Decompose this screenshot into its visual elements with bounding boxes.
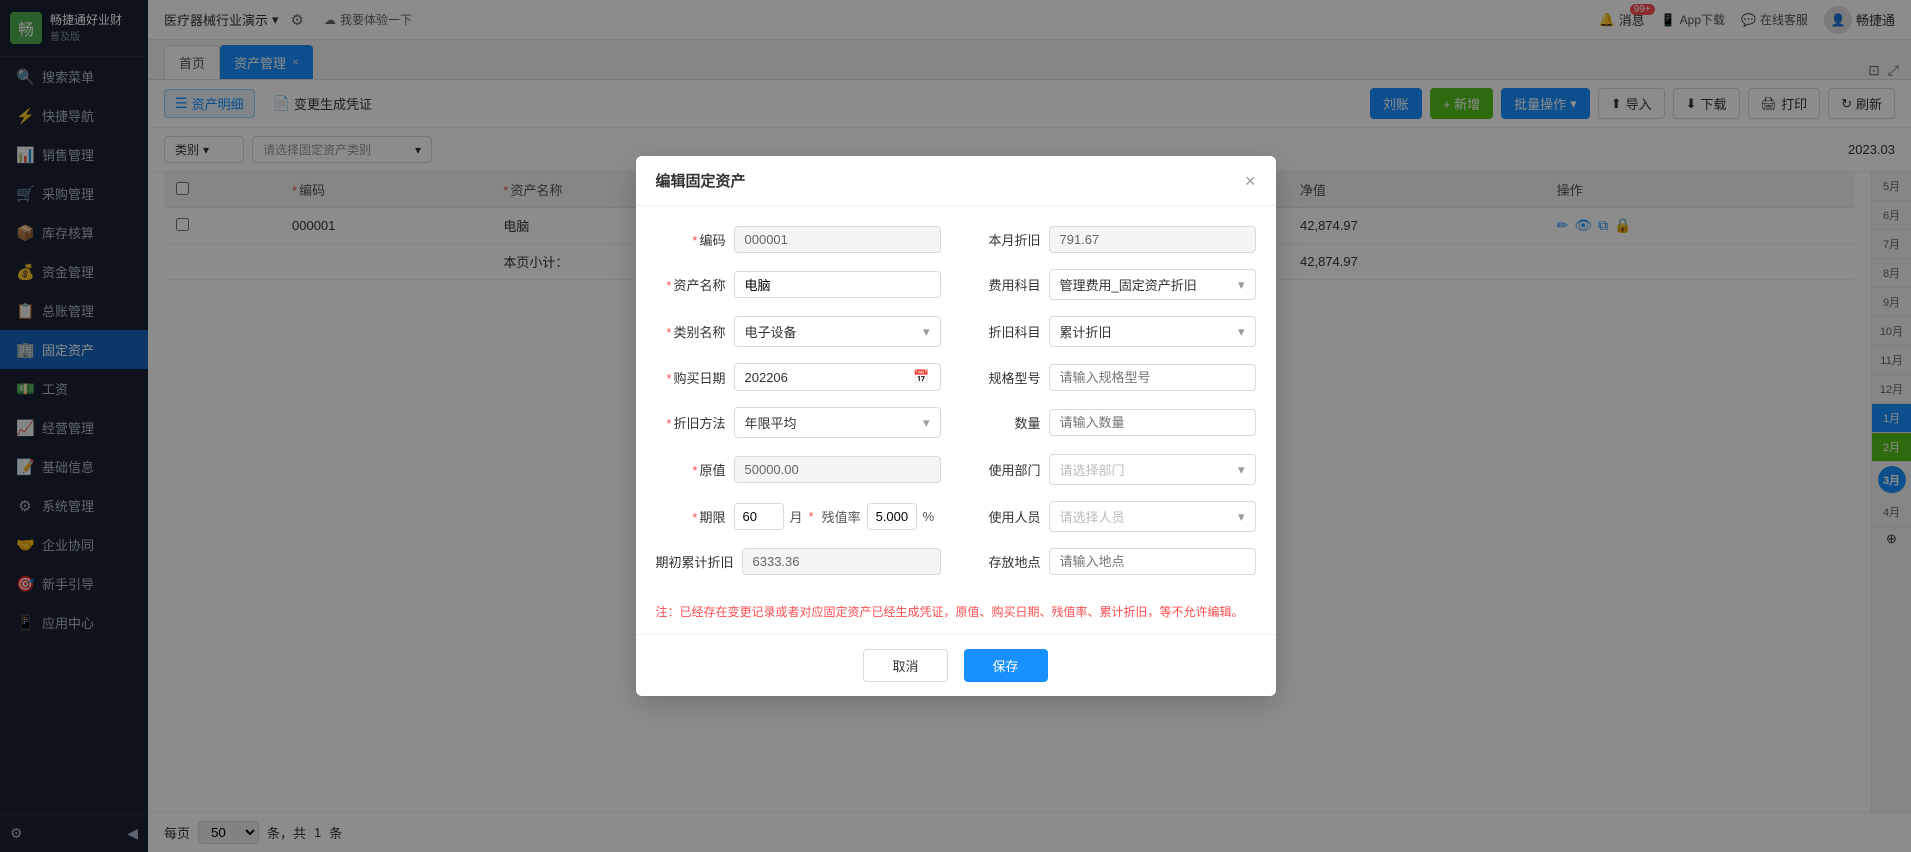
initial-accumulated-input[interactable] [742,548,941,575]
category-chevron-icon: ▾ [923,324,930,340]
dep-subject-label: 折旧科目 [971,322,1041,341]
form-row-original-value: *原值 [656,454,941,485]
form-row-period: *期限 月 * 残值率 % [656,501,941,532]
period-input[interactable] [734,503,784,530]
asset-name-label: *资产名称 [656,275,726,294]
dep-method-select[interactable]: 年限平均 ▾ [734,407,941,438]
residual-label: 残值率 [822,507,861,526]
period-label: *期限 [656,507,726,526]
form-row-category: *类别名称 电子设备 ▾ [656,316,941,347]
modal-note: 注：已经存在变更记录或者对应固定资产已经生成凭证，原值、购买日期、残值率、累计折… [636,595,1276,634]
department-label: 使用部门 [971,460,1041,479]
user-select[interactable]: 请选择人员 ▾ [1049,501,1256,532]
department-select[interactable]: 请选择部门 ▾ [1049,454,1256,485]
location-label: 存放地点 [971,552,1041,571]
quantity-label: 数量 [971,413,1041,432]
form-row-purchase-date: *购买日期 202206 📅 [656,363,941,391]
department-placeholder: 请选择部门 [1060,460,1125,479]
quantity-input[interactable] [1049,409,1256,436]
form-row-depreciation-subject: 折旧科目 累计折旧 ▾ [971,316,1256,347]
form-row-asset-name: *资产名称 [656,269,941,300]
form-row-dep-method: *折旧方法 年限平均 ▾ [656,407,941,438]
modal-footer: 取消 保存 [636,634,1276,696]
purchase-date-label: *购买日期 [656,368,726,387]
user-placeholder: 请选择人员 [1060,507,1125,526]
user-chevron-icon: ▾ [1238,509,1245,525]
code-input[interactable] [734,226,941,253]
calendar-icon: 📅 [913,369,929,385]
form-row-expense-subject: 费用科目 管理费用_固定资产折旧 ▾ [971,269,1256,300]
cancel-button[interactable]: 取消 [863,649,947,682]
dep-subject-select[interactable]: 累计折旧 ▾ [1049,316,1256,347]
user-label: 使用人员 [971,507,1041,526]
modal-overlay: 编辑固定资产 × *编码 本月折旧 *资产名称 [0,0,1911,852]
purchase-date-value: 202206 [745,370,788,385]
category-label: *类别名称 [656,322,726,341]
expense-subject-label: 费用科目 [971,275,1041,294]
dep-method-value: 年限平均 [745,413,797,432]
original-value-input[interactable] [734,456,941,483]
form-row-location: 存放地点 [971,548,1256,575]
category-select[interactable]: 电子设备 ▾ [734,316,941,347]
residual-unit: % [923,509,935,524]
spec-input[interactable] [1049,364,1256,391]
form-row-user: 使用人员 请选择人员 ▾ [971,501,1256,532]
save-button[interactable]: 保存 [964,649,1048,682]
modal-close-btn[interactable]: × [1245,172,1256,190]
modal-body: *编码 本月折旧 *资产名称 费用科目 管理费用_固定资产折旧 [636,206,1276,595]
dep-method-chevron-icon: ▾ [923,415,930,431]
form-row-code: *编码 [656,226,941,253]
initial-accumulated-label: 期初累计折旧 [656,552,734,571]
department-chevron-icon: ▾ [1238,462,1245,478]
code-label: *编码 [656,230,726,249]
form-row-monthly-depreciation: 本月折旧 [971,226,1256,253]
form-row-spec: 规格型号 [971,363,1256,391]
location-input[interactable] [1049,548,1256,575]
form-row-initial-accumulated: 期初累计折旧 [656,548,941,575]
edit-asset-modal: 编辑固定资产 × *编码 本月折旧 *资产名称 [636,156,1276,696]
residual-rate-input[interactable] [867,503,917,530]
expense-chevron-icon: ▾ [1238,277,1245,293]
expense-subject-value: 管理费用_固定资产折旧 [1060,275,1197,294]
modal-title: 编辑固定资产 [656,170,746,191]
form-row-department: 使用部门 请选择部门 ▾ [971,454,1256,485]
residual-req-mark: * [809,509,814,524]
expense-subject-select[interactable]: 管理费用_固定资产折旧 ▾ [1049,269,1256,300]
asset-name-input[interactable] [734,271,941,298]
period-inline: 月 * 残值率 % [734,503,941,530]
dep-method-label: *折旧方法 [656,413,726,432]
period-unit: 月 [790,507,803,526]
category-value: 电子设备 [745,322,797,341]
spec-label: 规格型号 [971,368,1041,387]
monthly-dep-input[interactable] [1049,226,1256,253]
monthly-dep-label: 本月折旧 [971,230,1041,249]
form-row-quantity: 数量 [971,407,1256,438]
purchase-date-input[interactable]: 202206 📅 [734,363,941,391]
original-value-label: *原值 [656,460,726,479]
dep-subject-value: 累计折旧 [1060,322,1112,341]
modal-header: 编辑固定资产 × [636,156,1276,206]
dep-subject-chevron-icon: ▾ [1238,324,1245,340]
